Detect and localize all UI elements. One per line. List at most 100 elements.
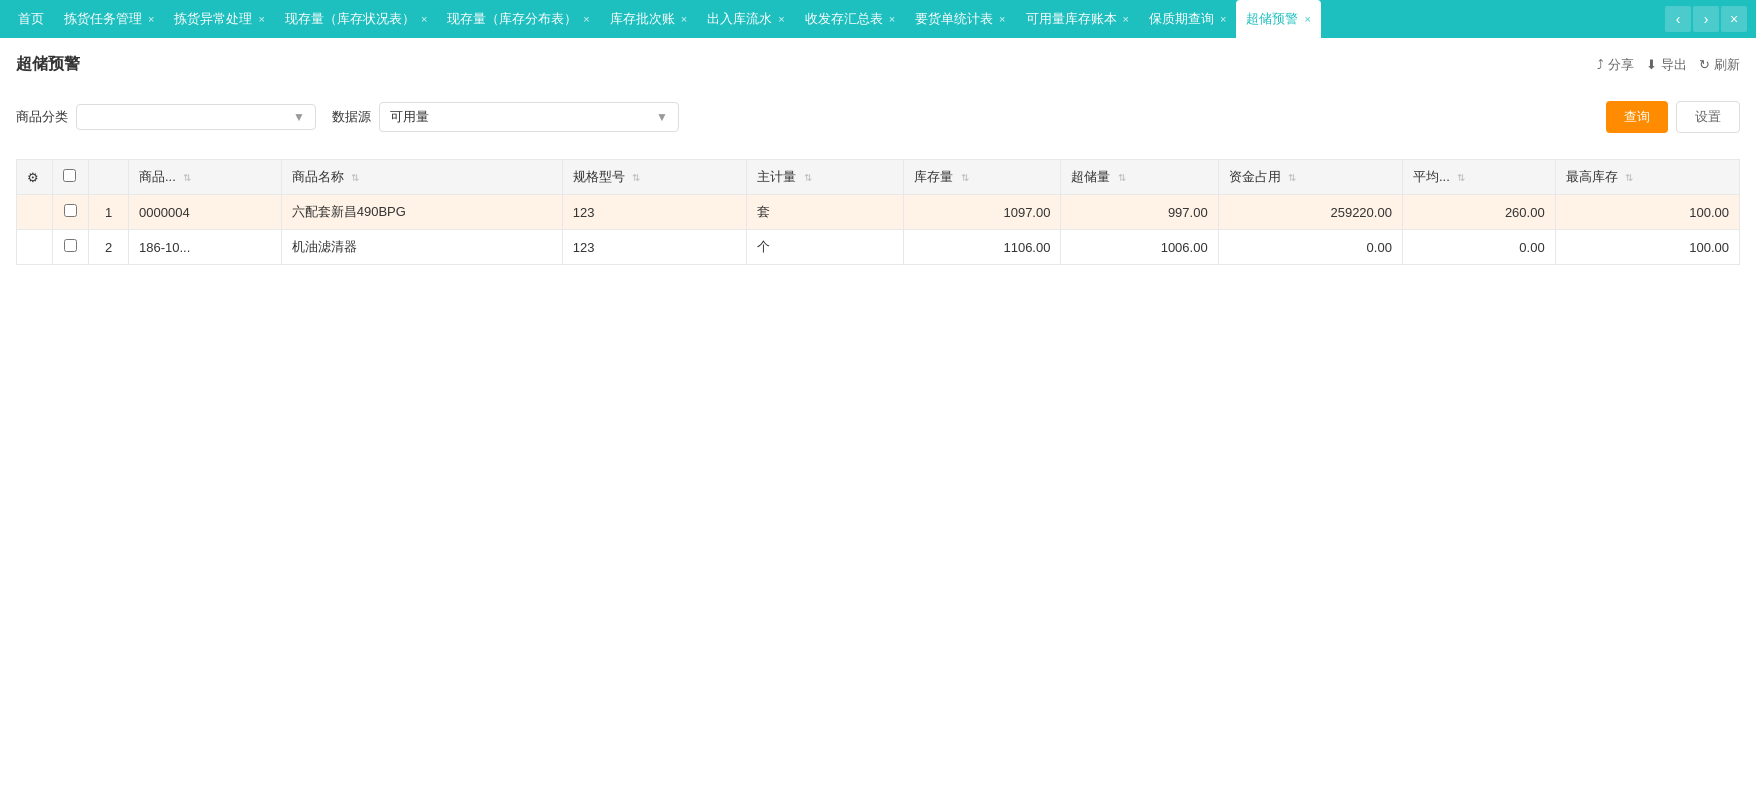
th-product-name[interactable]: 商品名称 ⇅ — [281, 160, 562, 195]
row-max-inventory: 100.00 — [1555, 195, 1739, 230]
th-gear[interactable]: ⚙ — [17, 160, 53, 195]
filter-area: 商品分类 ▼ 数据源 可用量 ▼ 查询 设置 — [16, 91, 1740, 143]
row-main-unit: 套 — [747, 195, 904, 230]
row-average: 260.00 — [1402, 195, 1555, 230]
data-source-select[interactable]: 可用量 ▼ — [379, 102, 679, 132]
row-number: 2 — [89, 230, 129, 265]
row-over-storage: 1006.00 — [1061, 230, 1218, 265]
row-inventory: 1106.00 — [904, 230, 1061, 265]
product-category-filter: 商品分类 ▼ — [16, 104, 316, 130]
query-button[interactable]: 查询 — [1606, 101, 1668, 133]
chevron-down-icon: ▼ — [656, 110, 668, 124]
sort-icon: ⇅ — [183, 172, 191, 183]
sort-icon: ⇅ — [1288, 172, 1296, 183]
nav-item-in-out-flow[interactable]: 出入库流水 × — [697, 0, 794, 38]
row-checkbox-cell[interactable] — [53, 230, 89, 265]
row-over-storage: 997.00 — [1061, 195, 1218, 230]
sort-icon: ⇅ — [1457, 172, 1465, 183]
row-gear-cell — [17, 230, 53, 265]
row-capital-usage: 0.00 — [1218, 230, 1402, 265]
row-max-inventory: 100.00 — [1555, 230, 1739, 265]
nav-right-arrow[interactable]: › — [1693, 6, 1719, 32]
row-main-unit: 个 — [747, 230, 904, 265]
data-source-label: 数据源 — [332, 108, 371, 126]
th-spec-model[interactable]: 规格型号 ⇅ — [562, 160, 746, 195]
nav-item-inventory-distribution[interactable]: 现存量（库存分布表） × — [437, 0, 599, 38]
row-spec-model: 123 — [562, 230, 746, 265]
refresh-button[interactable]: ↻ 刷新 — [1699, 56, 1740, 74]
nav-item-batch-account[interactable]: 库存批次账 × — [600, 0, 697, 38]
th-row-num — [89, 160, 129, 195]
th-main-unit[interactable]: 主计量 ⇅ — [747, 160, 904, 195]
nav-item-home[interactable]: 首页 — [8, 0, 54, 38]
row-spec-model: 123 — [562, 195, 746, 230]
nav-close-arrow[interactable]: × — [1721, 6, 1747, 32]
export-button[interactable]: ⬇ 导出 — [1646, 56, 1687, 74]
sort-icon: ⇅ — [1118, 172, 1126, 183]
table-header: ⚙ 商品... ⇅ 商品名称 ⇅ 规格型号 ⇅ — [17, 160, 1740, 195]
page-title: 超储预警 — [16, 54, 80, 75]
nav-item-expiry-check[interactable]: 保质期查询 × — [1139, 0, 1236, 38]
nav-item-inventory-status[interactable]: 现存量（库存状况表） × — [275, 0, 437, 38]
nav-item-task-mgmt[interactable]: 拣货任务管理 × — [54, 0, 164, 38]
close-icon[interactable]: × — [583, 13, 589, 25]
gear-icon[interactable]: ⚙ — [27, 170, 39, 185]
row-checkbox-cell[interactable] — [53, 195, 89, 230]
page-content: 超储预警 ⤴ 分享 ⬇ 导出 ↻ 刷新 商品分类 ▼ 数据源 — [0, 38, 1756, 800]
close-icon[interactable]: × — [999, 13, 1005, 25]
row-average: 0.00 — [1402, 230, 1555, 265]
row-checkbox[interactable] — [64, 239, 77, 252]
sort-icon: ⇅ — [351, 172, 359, 183]
close-icon[interactable]: × — [889, 13, 895, 25]
row-inventory: 1097.00 — [904, 195, 1061, 230]
th-product-code[interactable]: 商品... ⇅ — [129, 160, 282, 195]
product-category-select[interactable]: ▼ — [76, 104, 316, 130]
nav-item-exception[interactable]: 拣货异常处理 × — [164, 0, 274, 38]
th-over-storage[interactable]: 超储量 ⇅ — [1061, 160, 1218, 195]
chevron-down-icon: ▼ — [293, 110, 305, 124]
nav-bar: 首页 拣货任务管理 × 拣货异常处理 × 现存量（库存状况表） × 现存量（库存… — [0, 0, 1756, 38]
th-inventory[interactable]: 库存量 ⇅ — [904, 160, 1061, 195]
share-icon: ⤴ — [1597, 57, 1604, 72]
product-category-label: 商品分类 — [16, 108, 68, 126]
page-header: 超储预警 ⤴ 分享 ⬇ 导出 ↻ 刷新 — [16, 54, 1740, 75]
sort-icon: ⇅ — [804, 172, 812, 183]
table-row: 2 186-10... 机油滤清器 123 个 1106.00 1006.00 … — [17, 230, 1740, 265]
row-checkbox[interactable] — [64, 204, 77, 217]
refresh-icon: ↻ — [1699, 57, 1710, 72]
nav-item-collect-summary[interactable]: 收发存汇总表 × — [795, 0, 905, 38]
data-table: ⚙ 商品... ⇅ 商品名称 ⇅ 规格型号 ⇅ — [16, 159, 1740, 265]
filter-buttons: 查询 设置 — [1606, 101, 1740, 133]
nav-item-over-storage-warning[interactable]: 超储预警 × — [1236, 0, 1320, 38]
row-product-code: 0000004 — [129, 195, 282, 230]
close-icon[interactable]: × — [1123, 13, 1129, 25]
close-icon[interactable]: × — [681, 13, 687, 25]
th-max-inventory[interactable]: 最高库存 ⇅ — [1555, 160, 1739, 195]
row-capital-usage: 259220.00 — [1218, 195, 1402, 230]
close-icon[interactable]: × — [421, 13, 427, 25]
data-source-filter: 数据源 可用量 ▼ — [332, 102, 679, 132]
sort-icon: ⇅ — [961, 172, 969, 183]
row-product-code: 186-10... — [129, 230, 282, 265]
close-icon[interactable]: × — [778, 13, 784, 25]
settings-button[interactable]: 设置 — [1676, 101, 1740, 133]
close-icon[interactable]: × — [148, 13, 154, 25]
table-body: 1 0000004 六配套新昌490BPG 123 套 1097.00 997.… — [17, 195, 1740, 265]
select-all-checkbox[interactable] — [63, 169, 76, 182]
data-source-value: 可用量 — [390, 108, 429, 126]
nav-item-order-stats[interactable]: 要货单统计表 × — [905, 0, 1015, 38]
close-icon[interactable]: × — [258, 13, 264, 25]
sort-icon: ⇅ — [1625, 172, 1633, 183]
close-icon[interactable]: × — [1220, 13, 1226, 25]
share-button[interactable]: ⤴ 分享 — [1597, 56, 1634, 74]
nav-item-available-inventory[interactable]: 可用量库存账本 × — [1016, 0, 1139, 38]
th-average[interactable]: 平均... ⇅ — [1402, 160, 1555, 195]
close-icon[interactable]: × — [1304, 13, 1310, 25]
row-gear-cell — [17, 195, 53, 230]
header-actions: ⤴ 分享 ⬇ 导出 ↻ 刷新 — [1597, 56, 1740, 74]
row-number: 1 — [89, 195, 129, 230]
th-capital-usage[interactable]: 资金占用 ⇅ — [1218, 160, 1402, 195]
export-icon: ⬇ — [1646, 57, 1657, 72]
row-product-name: 六配套新昌490BPG — [281, 195, 562, 230]
nav-left-arrow[interactable]: ‹ — [1665, 6, 1691, 32]
